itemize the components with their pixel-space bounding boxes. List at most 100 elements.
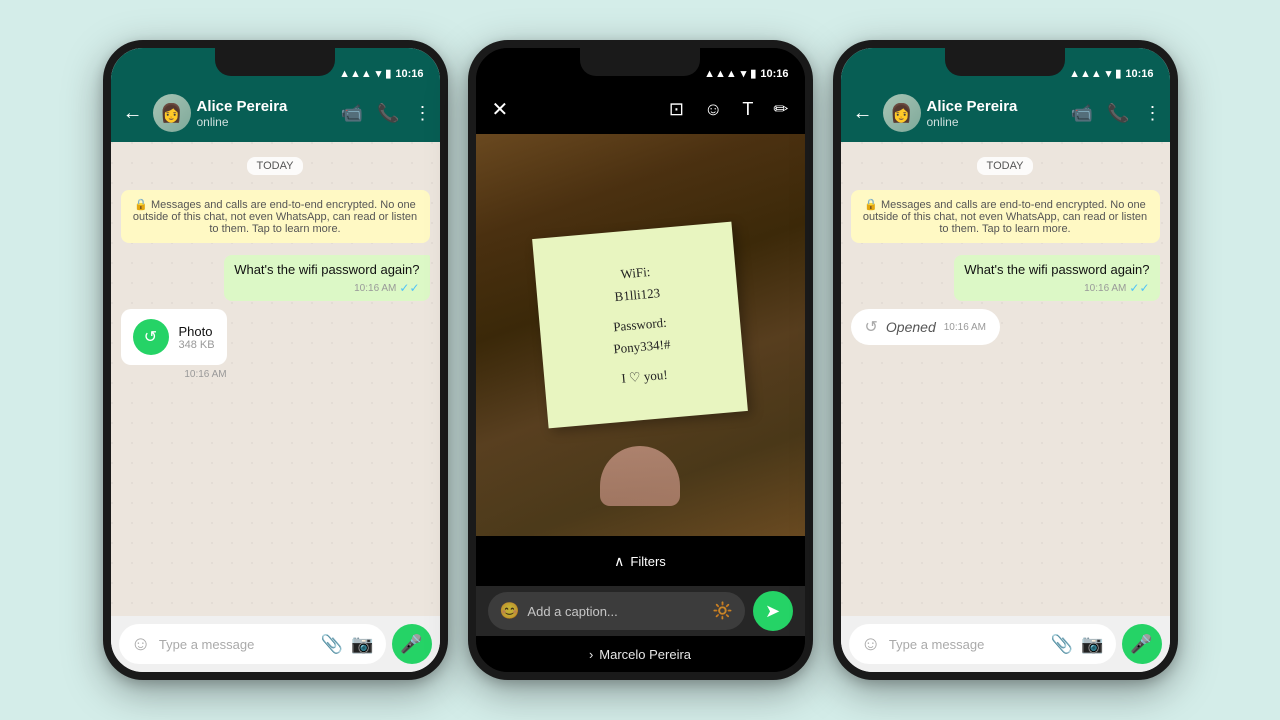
signal-icon-1: ▲▲▲ xyxy=(339,68,372,80)
input-text-3[interactable]: Type a message xyxy=(889,637,1043,652)
sent-bubble-1: What's the wifi password again? 10:16 AM… xyxy=(224,255,429,301)
send-button[interactable]: ➤ xyxy=(753,591,793,631)
sent-message-row-3: What's the wifi password again? 10:16 AM… xyxy=(851,255,1160,301)
editor-tool-icons: ⊡ ☺ T ✏ xyxy=(669,99,789,120)
encryption-notice-1: 🔒 Messages and calls are end-to-end encr… xyxy=(121,190,430,243)
input-icons-1: 📎 📷 xyxy=(321,634,374,655)
battery-icon-2: ▮ xyxy=(750,67,756,80)
filters-label: Filters xyxy=(630,554,665,569)
chat-area-3: TODAY 🔒 Messages and calls are end-to-en… xyxy=(841,142,1170,616)
phone-1-wrapper: ▲▲▲ ▾ ▮ 10:16 ← 👩 Alice Pereira online 📹 xyxy=(103,40,448,680)
chevron-up-icon: ∧ xyxy=(614,553,624,570)
phone-3: ▲▲▲ ▾ ▮ 10:16 ← 👩 Alice Pereira online 📹 xyxy=(833,40,1178,680)
avatar-img-1: 👩 xyxy=(153,94,191,132)
back-button-3[interactable]: ← xyxy=(849,98,877,129)
wifi-icon-3: ▾ xyxy=(1106,67,1112,80)
time-2: 10:16 xyxy=(760,68,788,80)
opened-text-3: Opened xyxy=(886,319,936,335)
sent-text-1: What's the wifi password again? xyxy=(234,261,419,279)
opened-time-3: 10:16 AM xyxy=(944,322,986,333)
chevron-right-icon: › xyxy=(589,647,593,662)
emoji-icon-3[interactable]: ☺ xyxy=(861,633,881,656)
video-call-icon-3[interactable]: 📹 xyxy=(1071,103,1093,124)
phone-call-icon-1[interactable]: 📞 xyxy=(377,103,399,124)
opened-icon-3: ↺ xyxy=(865,317,878,337)
photo-bubble-inner-1[interactable]: ↺ Photo 348 KB xyxy=(121,309,227,365)
photo-bubble-1: ↺ Photo 348 KB 10:16 AM xyxy=(121,309,227,380)
sticky-line4: Pony334!# xyxy=(613,334,672,361)
main-container: ▲▲▲ ▾ ▮ 10:16 ← 👩 Alice Pereira online 📹 xyxy=(0,0,1280,720)
contact-info-3: Alice Pereira online xyxy=(927,98,1065,129)
check-icon-1: ✓✓ xyxy=(399,281,419,295)
sticker-icon[interactable]: 😊 xyxy=(500,601,520,621)
attach-icon-3[interactable]: 📎 xyxy=(1051,634,1073,655)
editor-status-icons: ▲▲▲ ▾ ▮ 10:16 xyxy=(704,67,788,80)
contact-status-3: online xyxy=(927,115,1065,129)
text-tool-icon[interactable]: T xyxy=(742,99,753,120)
camera-icon-1[interactable]: 📷 xyxy=(351,634,373,655)
photo-info-1: Photo 348 KB xyxy=(179,324,215,351)
phone-notch-3 xyxy=(945,48,1065,76)
sticky-note-text: WiFi: B1lli123 Password: Pony334!# I ♡ y… xyxy=(606,260,674,391)
sent-message-row-1: What's the wifi password again? 10:16 AM… xyxy=(121,255,430,301)
recipient-label: Marcelo Pereira xyxy=(599,647,691,662)
crop-icon[interactable]: ⊡ xyxy=(669,99,684,120)
wifi-icon-2: ▾ xyxy=(741,67,747,80)
avatar-3: 👩 xyxy=(883,94,921,132)
mic-button-3[interactable]: 🎤 xyxy=(1122,624,1162,664)
attach-icon-1[interactable]: 📎 xyxy=(321,634,343,655)
phone-call-icon-3[interactable]: 📞 xyxy=(1107,103,1129,124)
caption-placeholder[interactable]: Add a caption... xyxy=(527,604,704,619)
editor-top-bar: ✕ ⊡ ☺ T ✏ xyxy=(476,84,805,134)
header-icons-1: 📹 📞 ⋮ xyxy=(341,103,432,124)
opened-bubble-3: ↺ Opened 10:16 AM xyxy=(851,309,1001,345)
mic-button-1[interactable]: 🎤 xyxy=(392,624,432,664)
sent-text-3: What's the wifi password again? xyxy=(964,261,1149,279)
battery-icon-1: ▮ xyxy=(385,67,391,80)
more-icon-3[interactable]: ⋮ xyxy=(1144,103,1162,124)
sent-meta-3: 10:16 AM ✓✓ xyxy=(964,281,1149,295)
more-icon-1[interactable]: ⋮ xyxy=(414,103,432,124)
signal-icon-2: ▲▲▲ xyxy=(704,68,737,80)
emoji-editor-icon[interactable]: ☺ xyxy=(704,99,722,120)
caption-icon[interactable]: 🔆 xyxy=(713,601,733,621)
photo-icon-symbol: ↺ xyxy=(144,327,157,347)
battery-icon-3: ▮ xyxy=(1115,67,1121,80)
filters-bar[interactable]: ∧ Filters xyxy=(476,536,805,586)
camera-icon-3[interactable]: 📷 xyxy=(1081,634,1103,655)
caption-bar: 😊 Add a caption... 🔆 ➤ xyxy=(476,586,805,636)
phone-2: ▲▲▲ ▾ ▮ 10:16 ✕ ⊡ ☺ T ✏ xyxy=(468,40,813,680)
sticky-line2: B1lli123 xyxy=(608,282,667,309)
input-inner-1: ☺ Type a message 📎 📷 xyxy=(119,624,386,664)
video-call-icon-1[interactable]: 📹 xyxy=(341,103,363,124)
photo-size-1: 348 KB xyxy=(179,339,215,351)
chat-header-3: ← 👩 Alice Pereira online 📹 📞 ⋮ xyxy=(841,84,1170,142)
header-icons-3: 📹 📞 ⋮ xyxy=(1071,103,1162,124)
input-text-1[interactable]: Type a message xyxy=(159,637,313,652)
close-editor-button[interactable]: ✕ xyxy=(492,97,509,122)
status-bar-icons-1: ▲▲▲ ▾ ▮ 10:16 xyxy=(339,67,423,80)
contact-info-1: Alice Pereira online xyxy=(197,98,335,129)
phone-2-wrapper: ▲▲▲ ▾ ▮ 10:16 ✕ ⊡ ☺ T ✏ xyxy=(468,40,813,680)
back-button-1[interactable]: ← xyxy=(119,98,147,129)
emoji-icon-1[interactable]: ☺ xyxy=(131,633,151,656)
caption-input-wrapper: 😊 Add a caption... 🔆 xyxy=(488,592,745,630)
pen-tool-icon[interactable]: ✏ xyxy=(773,99,788,120)
avatar-img-3: 👩 xyxy=(883,94,921,132)
avatar-1: 👩 xyxy=(153,94,191,132)
time-1: 10:16 xyxy=(395,68,423,80)
photo-content: WiFi: B1lli123 Password: Pony334!# I ♡ y… xyxy=(476,134,805,536)
phone-notch-1 xyxy=(215,48,335,76)
photo-time-1: 10:16 AM xyxy=(121,369,227,380)
sent-time-1: 10:16 AM xyxy=(354,283,396,294)
input-inner-3: ☺ Type a message 📎 📷 xyxy=(849,624,1116,664)
time-3: 10:16 xyxy=(1125,68,1153,80)
contact-status-1: online xyxy=(197,115,335,129)
photo-background: WiFi: B1lli123 Password: Pony334!# I ♡ y… xyxy=(476,134,805,536)
received-photo-row-1: ↺ Photo 348 KB 10:16 AM xyxy=(121,309,430,380)
sticky-line5: I ♡ you! xyxy=(615,363,674,390)
date-badge-3: TODAY xyxy=(851,156,1160,174)
check-icon-3: ✓✓ xyxy=(1129,281,1149,295)
status-bar-icons-3: ▲▲▲ ▾ ▮ 10:16 xyxy=(1069,67,1153,80)
phone-1: ▲▲▲ ▾ ▮ 10:16 ← 👩 Alice Pereira online 📹 xyxy=(103,40,448,680)
